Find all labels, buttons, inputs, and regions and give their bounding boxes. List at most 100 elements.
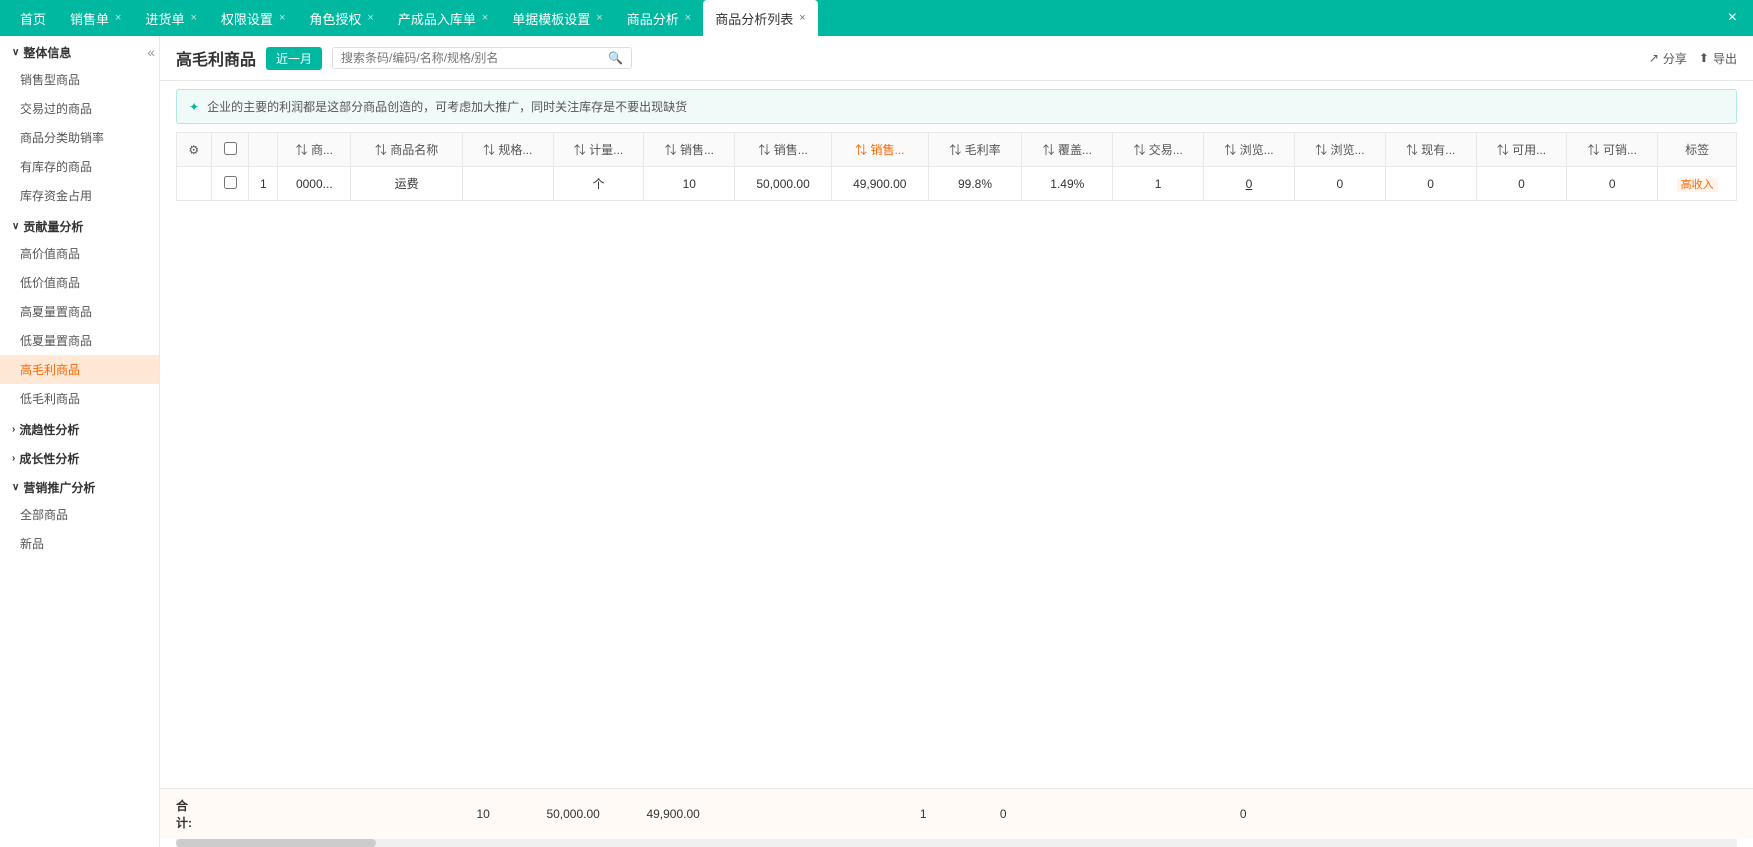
col-saleable[interactable]: ⇅ 可销... <box>1567 133 1658 167</box>
col-sales-qty[interactable]: ⇅ 销售... <box>644 133 735 167</box>
page-title: 高毛利商品 <box>176 46 256 70</box>
col-spec[interactable]: ⇅ 规格... <box>462 133 553 167</box>
content-area: 高毛利商品 近一月 🔍 ↗ 分享 ⬆ 导出 ✦ 企业的主要的利润都是这部分商品创… <box>160 36 1753 847</box>
sidebar-item-high-freq[interactable]: 高夏量置商品 <box>0 297 159 326</box>
search-box: 🔍 <box>332 47 632 69</box>
col-browse1[interactable]: ⇅ 浏览... <box>1204 133 1295 167</box>
row-sales-profit: 49,900.00 <box>831 167 928 201</box>
row-gross-rate: 99.8% <box>928 167 1022 201</box>
sidebar-group-growth[interactable]: › 成长性分析 <box>0 442 159 471</box>
export-icon: ⬆ <box>1699 51 1709 65</box>
sort-icon: ⇅ <box>665 143 677 157</box>
filter-month-button[interactable]: 近一月 <box>266 47 322 70</box>
close-icon[interactable]: × <box>596 12 602 24</box>
footer-label: 合计: <box>176 797 203 831</box>
col-name[interactable]: ⇅ 商品名称 <box>351 133 462 167</box>
row-saleable: 0 <box>1567 167 1658 201</box>
sidebar-group-overall[interactable]: ∨ 整体信息 <box>0 36 159 65</box>
search-icon[interactable]: 🔍 <box>608 51 623 65</box>
close-icon[interactable]: × <box>685 12 691 24</box>
sidebar-item-new-goods[interactable]: 新品 <box>0 529 159 558</box>
select-all-checkbox[interactable] <box>224 142 237 155</box>
chevron-right-icon: › <box>12 424 15 435</box>
col-unit[interactable]: ⇅ 计量... <box>553 133 644 167</box>
chevron-right-icon: › <box>12 453 15 464</box>
col-sales-amount[interactable]: ⇅ 销售... <box>735 133 832 167</box>
table-footer: 合计: 10 50,000.00 49,900.00 1 0 0 <box>160 788 1753 839</box>
sidebar-item-low-freq[interactable]: 低夏量置商品 <box>0 326 159 355</box>
sidebar-group-marketing[interactable]: ∨ 营销推广分析 <box>0 471 159 500</box>
nav-home[interactable]: 首页 <box>8 0 58 36</box>
col-coverage[interactable]: ⇅ 覆盖... <box>1022 133 1113 167</box>
row-checkbox[interactable] <box>211 167 249 201</box>
sidebar-item-high-value[interactable]: 高价值商品 <box>0 239 159 268</box>
close-icon[interactable]: × <box>367 12 373 24</box>
nav-product-analysis[interactable]: 商品分析 × <box>615 0 703 36</box>
top-nav: 首页 销售单 × 进货单 × 权限设置 × 角色授权 × 产成品入库单 × 单据… <box>0 0 1753 36</box>
col-current-stock[interactable]: ⇅ 现有... <box>1385 133 1476 167</box>
footer-available: 0 <box>1203 807 1283 821</box>
sidebar-collapse-icon[interactable]: « <box>147 44 155 60</box>
sidebar-item-high-margin[interactable]: 高毛利商品 <box>0 355 159 384</box>
col-settings[interactable]: ⚙ <box>177 133 212 167</box>
export-button[interactable]: ⬆ 导出 <box>1699 50 1737 67</box>
close-icon[interactable]: × <box>115 12 121 24</box>
data-table: ⚙ ⇅ 商... ⇅ 商品名称 ⇅ 规格... ⇅ 计量... ⇅ 销售... … <box>176 132 1737 201</box>
sidebar-group-trend[interactable]: › 流趋性分析 <box>0 413 159 442</box>
nav-sales[interactable]: 销售单 × <box>58 0 133 36</box>
col-gross-rate[interactable]: ⇅ 毛利率 <box>928 133 1022 167</box>
nav-role[interactable]: 角色授权 × <box>297 0 385 36</box>
col-tag: 标签 <box>1658 133 1737 167</box>
sort-icon: ⇅ <box>296 143 308 157</box>
nav-permission[interactable]: 权限设置 × <box>209 0 297 36</box>
row-sales-qty: 10 <box>644 167 735 201</box>
col-browse2[interactable]: ⇅ 浏览... <box>1294 133 1385 167</box>
col-available[interactable]: ⇅ 可用... <box>1476 133 1567 167</box>
footer-sales-profit: 49,900.00 <box>623 807 723 821</box>
sidebar-item-traded-goods[interactable]: 交易过的商品 <box>0 94 159 123</box>
main-layout: « ∨ 整体信息 销售型商品 交易过的商品 商品分类助销率 有库存的商品 库存资… <box>0 36 1753 847</box>
sidebar-group-contribution[interactable]: ∨ 贡献量分析 <box>0 210 159 239</box>
close-icon[interactable]: × <box>799 12 805 24</box>
close-all-icon[interactable]: × <box>1720 9 1745 27</box>
sidebar-item-stocked-goods[interactable]: 有库存的商品 <box>0 152 159 181</box>
sort-icon: ⇅ <box>1315 143 1327 157</box>
row-select-checkbox[interactable] <box>224 176 237 189</box>
nav-product-analysis-list[interactable]: 商品分析列表 × <box>703 0 817 36</box>
search-input[interactable] <box>341 51 604 65</box>
nav-product-stock[interactable]: 产成品入库单 × <box>386 0 500 36</box>
footer-browse1: 0 <box>963 807 1043 821</box>
sidebar-item-low-value[interactable]: 低价值商品 <box>0 268 159 297</box>
nav-purchase[interactable]: 进货单 × <box>133 0 208 36</box>
chevron-down-icon: ∨ <box>12 482 19 493</box>
sort-icon: ⇅ <box>1588 143 1600 157</box>
sort-icon: ⇅ <box>1043 143 1055 157</box>
footer-sales-qty: 10 <box>443 807 523 821</box>
col-sales-profit[interactable]: ⇅ 销售... <box>831 133 928 167</box>
sidebar-item-category-rate[interactable]: 商品分类助销率 <box>0 123 159 152</box>
col-code[interactable]: ⇅ 商... <box>278 133 351 167</box>
chevron-down-icon: ∨ <box>12 221 19 232</box>
close-icon[interactable]: × <box>190 12 196 24</box>
sort-icon: ⇅ <box>375 143 387 157</box>
close-icon[interactable]: × <box>279 12 285 24</box>
sort-icon: ⇅ <box>1406 143 1418 157</box>
row-unit: 个 <box>553 167 644 201</box>
share-button[interactable]: ↗ 分享 <box>1649 50 1687 67</box>
horizontal-scrollbar[interactable] <box>176 839 1737 847</box>
sort-icon: ⇅ <box>1133 143 1145 157</box>
sidebar-item-stock-capital[interactable]: 库存资金占用 <box>0 181 159 210</box>
sort-icon: ⇅ <box>855 143 867 157</box>
row-current-stock: 0 <box>1385 167 1476 201</box>
table-header-row: ⚙ ⇅ 商... ⇅ 商品名称 ⇅ 规格... ⇅ 计量... ⇅ 销售... … <box>177 133 1737 167</box>
sidebar-item-all-goods[interactable]: 全部商品 <box>0 500 159 529</box>
row-spec <box>462 167 553 201</box>
sidebar-item-low-margin[interactable]: 低毛利商品 <box>0 384 159 413</box>
col-checkbox[interactable] <box>211 133 249 167</box>
sidebar-item-sales-goods[interactable]: 销售型商品 <box>0 65 159 94</box>
content-header: 高毛利商品 近一月 🔍 ↗ 分享 ⬆ 导出 <box>160 36 1753 81</box>
nav-template[interactable]: 单据模板设置 × <box>500 0 614 36</box>
col-transaction[interactable]: ⇅ 交易... <box>1113 133 1204 167</box>
header-actions: ↗ 分享 ⬆ 导出 <box>1649 50 1737 67</box>
close-icon[interactable]: × <box>482 12 488 24</box>
